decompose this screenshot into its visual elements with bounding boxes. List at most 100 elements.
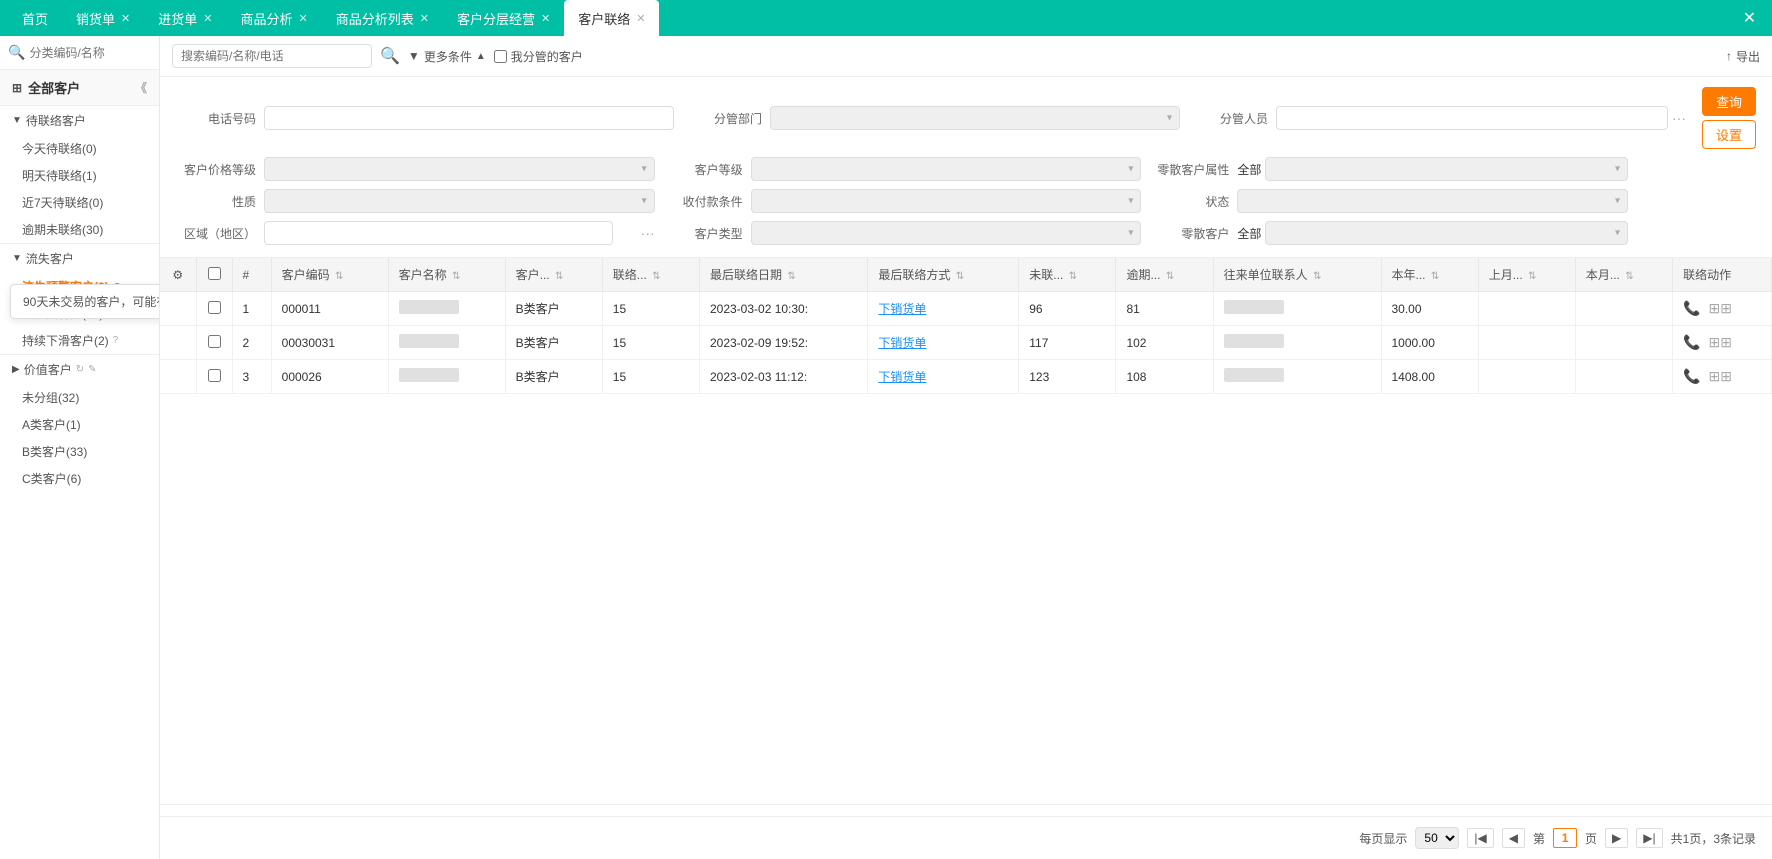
col-last-contact-method[interactable]: 最后联络方式 ⇅ — [868, 258, 1019, 292]
advanced-filter-panel: 电话号码 分管部门 ▾ 分管人员 ··· — [160, 77, 1772, 258]
zero-customer-select[interactable] — [1265, 221, 1628, 245]
manager-input[interactable] — [1276, 106, 1668, 130]
sidebar-item-unclassified[interactable]: 未分组(32) — [0, 384, 159, 411]
prev-page-button[interactable]: ◀ — [1502, 828, 1525, 848]
blurred-name — [399, 368, 459, 382]
phone-action-icon[interactable]: 📞 — [1683, 300, 1700, 317]
col-settings[interactable]: ⚙ — [160, 258, 196, 292]
first-page-button[interactable]: |◀ — [1467, 828, 1493, 848]
region-input[interactable] — [264, 221, 613, 245]
col-not-contacted[interactable]: 未联... ⇅ — [1019, 258, 1116, 292]
cell-last-contact-method[interactable]: 下销货单 — [868, 292, 1019, 326]
sidebar-group-header-value[interactable]: ▶ 价值客户 ↻ ✎ — [0, 355, 159, 384]
col-last-contact-date[interactable]: 最后联络日期 ⇅ — [699, 258, 867, 292]
col-this-month[interactable]: 本月... ⇅ — [1575, 258, 1672, 292]
nature-select[interactable] — [264, 189, 655, 213]
export-button[interactable]: ↑ 导出 — [1726, 48, 1760, 65]
dept-select[interactable] — [770, 106, 1180, 130]
cell-last-contact-method[interactable]: 下销货单 — [868, 326, 1019, 360]
col-this-year[interactable]: 本年... ⇅ — [1381, 258, 1478, 292]
tab-home[interactable]: 首页 — [8, 0, 62, 36]
refresh-icon[interactable]: ↻ — [76, 364, 84, 375]
grid-action-icon[interactable]: ⊞⊞ — [1709, 300, 1732, 317]
row-checkbox[interactable] — [208, 369, 221, 382]
sidebar-group-pending: ▼ 待联络客户 今天待联络(0) 明天待联络(1) 近7天待联络(0) 逾期未联… — [0, 106, 159, 244]
last-page-button[interactable]: ▶| — [1636, 828, 1662, 848]
cell-check[interactable] — [196, 326, 232, 360]
tab-analysis-list[interactable]: 商品分析列表 ✕ — [322, 0, 443, 36]
phone-input[interactable] — [264, 106, 674, 130]
arrow-right-icon: ▶ — [12, 364, 20, 375]
row-checkbox[interactable] — [208, 335, 221, 348]
zero-attr-select[interactable] — [1265, 157, 1628, 181]
cell-contact: 15 — [602, 292, 699, 326]
close-icon[interactable]: ✕ — [299, 12, 308, 25]
sidebar-item-class-a[interactable]: A类客户(1) — [0, 411, 159, 438]
col-unit-contact[interactable]: 往来单位联系人 ⇅ — [1213, 258, 1381, 292]
sidebar-search-input[interactable] — [29, 46, 151, 60]
select-all-checkbox[interactable] — [208, 267, 221, 280]
cell-this-year: 1000.00 — [1381, 326, 1478, 360]
customer-level-select[interactable] — [751, 157, 1142, 181]
col-contact[interactable]: 联络... ⇅ — [602, 258, 699, 292]
cell-last-contact-method[interactable]: 下销货单 — [868, 360, 1019, 394]
window-close-button[interactable]: ✕ — [1735, 8, 1764, 28]
col-name[interactable]: 客户名称 ⇅ — [388, 258, 505, 292]
grid-action-icon[interactable]: ⊞⊞ — [1709, 334, 1732, 351]
cell-settings — [160, 292, 196, 326]
customer-type-select[interactable] — [751, 221, 1142, 245]
close-icon[interactable]: ✕ — [636, 12, 645, 25]
settings-button[interactable]: 设置 — [1702, 120, 1756, 149]
sidebar-all-customers[interactable]: ⊞ 全部客户 《 — [0, 70, 159, 106]
my-customers-checkbox-label[interactable]: 我分管的客户 — [494, 48, 583, 65]
sidebar-item-today[interactable]: 今天待联络(0) — [0, 135, 159, 162]
tab-purchase[interactable]: 进货单 ✕ — [144, 0, 226, 36]
per-page-select[interactable]: 50 — [1415, 827, 1459, 849]
manager-more-btn[interactable]: ··· — [1672, 110, 1686, 126]
search-button[interactable]: 🔍 — [380, 46, 400, 66]
col-check[interactable] — [196, 258, 232, 292]
my-customers-checkbox[interactable] — [494, 50, 507, 63]
status-select[interactable] — [1237, 189, 1628, 213]
sidebar-item-week[interactable]: 近7天待联络(0) — [0, 189, 159, 216]
cell-check[interactable] — [196, 360, 232, 394]
sidebar-group-header-pending[interactable]: ▼ 待联络客户 — [0, 106, 159, 135]
col-code[interactable]: 客户编码 ⇅ — [271, 258, 388, 292]
close-icon[interactable]: ✕ — [121, 12, 130, 25]
sidebar-item-hold-decline[interactable]: 持续下滑客户(2) ? — [0, 327, 159, 354]
edit-icon[interactable]: ✎ — [88, 364, 96, 375]
horizontal-scrollbar[interactable] — [160, 804, 1772, 816]
col-last-month[interactable]: 上月... ⇅ — [1478, 258, 1575, 292]
phone-action-icon[interactable]: 📞 — [1683, 334, 1700, 351]
sidebar-item-tomorrow[interactable]: 明天待联络(1) — [0, 162, 159, 189]
tab-sales[interactable]: 销货单 ✕ — [62, 0, 144, 36]
close-icon[interactable]: ✕ — [541, 12, 550, 25]
zero-customer-label: 零散客户 — [1149, 225, 1229, 242]
sidebar-item-overdue[interactable]: 逾期未联络(30) — [0, 216, 159, 243]
collapse-icon[interactable]: 《 — [135, 79, 147, 96]
region-more-btn[interactable]: ··· — [641, 225, 655, 241]
blurred-name — [399, 334, 459, 348]
sidebar-group-header-churn[interactable]: ▼ 流失客户 — [0, 244, 159, 273]
sidebar-item-class-b[interactable]: B类客户(33) — [0, 438, 159, 465]
cell-overdue: 81 — [1116, 292, 1213, 326]
close-icon[interactable]: ✕ — [420, 12, 429, 25]
grid-action-icon[interactable]: ⊞⊞ — [1709, 368, 1732, 385]
search-input[interactable] — [172, 44, 372, 68]
col-type[interactable]: 客户... ⇅ — [505, 258, 602, 292]
tab-customer-contact[interactable]: 客户联络 ✕ — [564, 0, 659, 36]
col-overdue[interactable]: 逾期... ⇅ — [1116, 258, 1213, 292]
query-button[interactable]: 查询 — [1702, 87, 1756, 116]
tab-analysis[interactable]: 商品分析 ✕ — [226, 0, 321, 36]
phone-action-icon[interactable]: 📞 — [1683, 368, 1700, 385]
row-checkbox[interactable] — [208, 301, 221, 314]
close-icon[interactable]: ✕ — [203, 12, 212, 25]
tab-customer-tier[interactable]: 客户分层经营 ✕ — [443, 0, 564, 36]
sidebar-item-class-c[interactable]: C类客户(6) — [0, 465, 159, 492]
cell-action: 📞 ⊞⊞ — [1673, 360, 1772, 394]
price-level-select[interactable] — [264, 157, 655, 181]
cell-check[interactable] — [196, 292, 232, 326]
more-conditions-button[interactable]: ▼ 更多条件 ▲ — [408, 48, 486, 65]
next-page-button[interactable]: ▶ — [1605, 828, 1628, 848]
payment-select[interactable] — [751, 189, 1142, 213]
